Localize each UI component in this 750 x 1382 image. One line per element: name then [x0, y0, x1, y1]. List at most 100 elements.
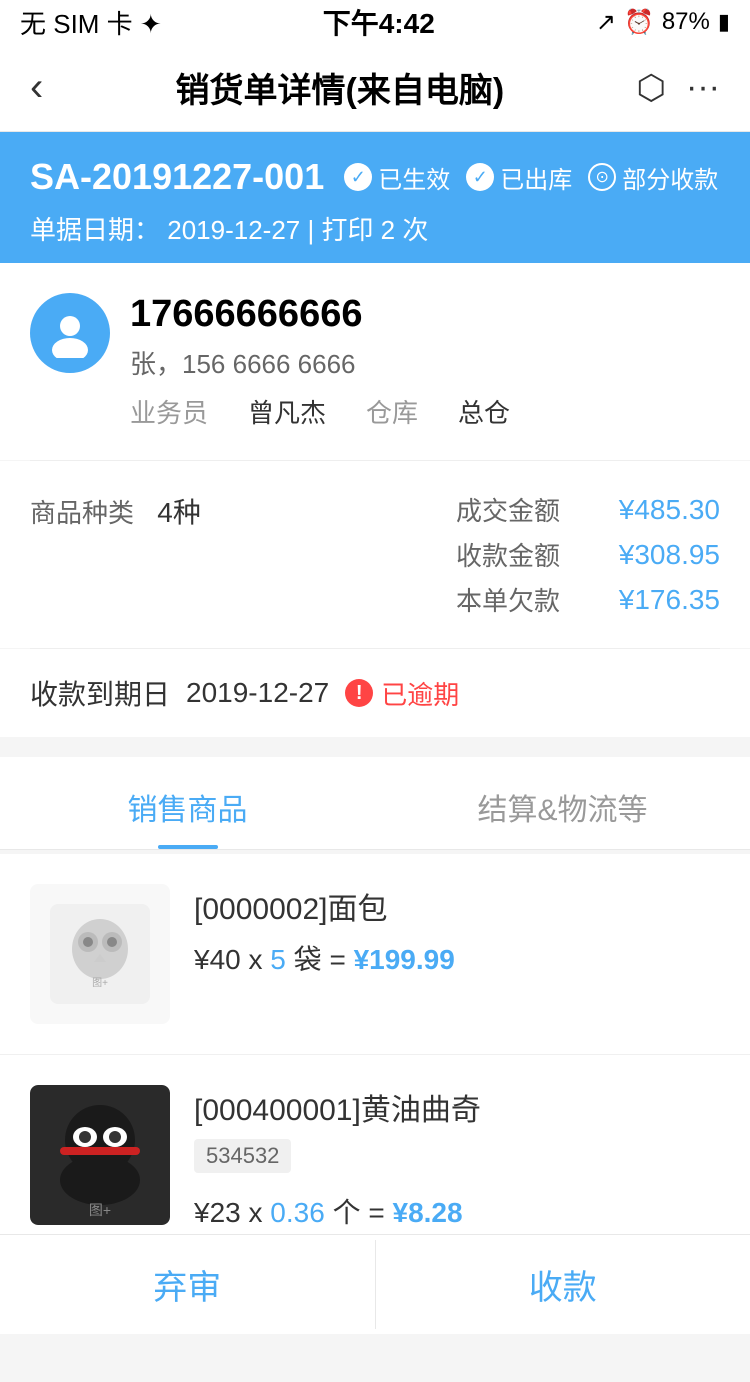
bottom-bar: 弃审 收款: [0, 1234, 750, 1334]
price-base-1: ¥40: [194, 944, 241, 975]
customer-phone: 17666666666: [130, 293, 720, 336]
customer-avatar: [30, 293, 110, 373]
price-eq-2: =: [368, 1197, 392, 1228]
overdue-label: 已逾期: [381, 675, 459, 712]
price-qty-2: 0.36: [270, 1197, 325, 1228]
price-total-1: ¥199.99: [354, 944, 455, 975]
abandon-review-button[interactable]: 弃审: [0, 1240, 376, 1329]
status-label-partial: 部分收款: [622, 160, 718, 195]
status-bar-time: 下午4:42: [323, 2, 435, 42]
transaction-row: 成交金额 ¥485.30: [440, 491, 720, 528]
status-tag-partial: ⊙ 部分收款: [588, 160, 718, 195]
price-total-2: ¥8.28: [393, 1197, 463, 1228]
status-bar-left: 无 SIM 卡 ✦: [20, 4, 162, 41]
product-list: 图+ [0000002]面包 ¥40 x 5 袋 = ¥199.99: [0, 854, 750, 1262]
tab-products[interactable]: 销售商品: [0, 757, 375, 849]
clock-icon-partial: ⊙: [588, 163, 616, 191]
price-x-2: x: [249, 1197, 271, 1228]
back-button[interactable]: ‹: [30, 65, 43, 110]
svg-text:图+: 图+: [92, 977, 108, 989]
product-name-1: [0000002]面包: [194, 884, 720, 928]
svg-text:图+: 图+: [89, 1202, 111, 1218]
due-date: 2019-12-27: [186, 677, 329, 709]
transaction-label: 成交金额: [440, 491, 560, 528]
alarm-icon: ⏰: [624, 8, 654, 37]
product-item-2: 图+ [000400001]黄油曲奇 534532 ¥23 x 0.36 个 =…: [0, 1055, 750, 1262]
price-base-2: ¥23: [194, 1197, 241, 1228]
header-banner-top: SA-20191227-001 ✓ 已生效 ✓ 已出库 ⊙ 部分收款: [30, 156, 720, 198]
overdue-badge: ! 已逾期: [345, 675, 459, 712]
sales-name: 曾凡杰: [248, 393, 326, 430]
date-label: 单据日期：: [30, 215, 160, 245]
customer-section: 17666666666 张，156 6666 6666 业务员 曾凡杰 仓库 总…: [0, 263, 750, 460]
customer-info: 17666666666 张，156 6666 6666 业务员 曾凡杰 仓库 总…: [130, 293, 720, 430]
price-unit-2: 个: [333, 1197, 361, 1228]
battery-icon: ▮: [718, 9, 730, 35]
divider-3: [0, 737, 750, 757]
owed-value: ¥176.35: [580, 584, 720, 616]
check-icon-effective: ✓: [344, 163, 372, 191]
page-title: 销货单详情(来自电脑): [176, 63, 505, 112]
status-label-shipped: 已出库: [500, 160, 572, 195]
battery-level: 87%: [662, 8, 710, 36]
customer-meta: 业务员 曾凡杰 仓库 总仓: [130, 393, 720, 430]
product-details-2: [000400001]黄油曲奇 534532 ¥23 x 0.36 个 = ¥8…: [194, 1085, 720, 1231]
more-icon[interactable]: ···: [686, 68, 720, 107]
summary-section: 商品种类 4种 成交金额 ¥485.30 收款金额 ¥308.95 本单欠款 ¥…: [0, 461, 750, 648]
owed-label: 本单欠款: [440, 581, 560, 618]
status-label-effective: 已生效: [378, 160, 450, 195]
tab-underline: [158, 845, 218, 849]
warehouse-name: 总仓: [458, 393, 510, 430]
share-icon[interactable]: ⬡: [636, 68, 666, 108]
tab-settlement-label: 结算&物流等: [477, 794, 647, 827]
price-unit-1: 袋: [294, 944, 322, 975]
status-bar-right: ↗ ⏰ 87% ▮: [596, 8, 730, 37]
product-title-2: 黄油曲奇: [361, 1094, 481, 1127]
order-id: SA-20191227-001: [30, 156, 324, 198]
location-icon: ↗: [596, 8, 616, 37]
nav-actions: ⬡ ···: [636, 68, 720, 108]
avatar-icon: [45, 308, 95, 358]
tab-products-label: 销售商品: [128, 794, 248, 827]
status-tag-effective: ✓ 已生效: [344, 160, 450, 195]
product-title-1: 面包: [327, 893, 387, 926]
product-code-1: [0000002]: [194, 893, 327, 926]
transaction-value: ¥485.30: [580, 494, 720, 526]
tab-settlement[interactable]: 结算&物流等: [375, 757, 750, 849]
status-tag-shipped: ✓ 已出库: [466, 160, 572, 195]
product-image-icon-1: 图+: [50, 904, 150, 1004]
status-bar: 无 SIM 卡 ✦ 下午4:42 ↗ ⏰ 87% ▮: [0, 0, 750, 44]
nav-bar: ‹ 销货单详情(来自电脑) ⬡ ···: [0, 44, 750, 132]
sales-label: 业务员: [130, 393, 208, 430]
product-item-1: 图+ [0000002]面包 ¥40 x 5 袋 = ¥199.99: [0, 854, 750, 1055]
collect-payment-button[interactable]: 收款: [376, 1240, 750, 1329]
warehouse-label: 仓库: [366, 393, 418, 430]
print-count: | 打印 2 次: [307, 215, 428, 245]
received-label: 收款金额: [440, 536, 560, 573]
category-count: 4种: [157, 497, 201, 528]
category-label: 商品种类: [30, 498, 134, 528]
overdue-icon: !: [345, 679, 373, 707]
due-section: 收款到期日 2019-12-27 ! 已逾期: [0, 649, 750, 737]
product-image-icon-2: 图+: [30, 1085, 170, 1225]
header-banner: SA-20191227-001 ✓ 已生效 ✓ 已出库 ⊙ 部分收款 单据日期：…: [0, 132, 750, 263]
product-image-1: 图+: [30, 884, 170, 1024]
product-details-1: [0000002]面包 ¥40 x 5 袋 = ¥199.99: [194, 884, 720, 978]
price-eq-1: =: [329, 944, 353, 975]
status-tags: ✓ 已生效 ✓ 已出库 ⊙ 部分收款: [344, 160, 718, 195]
received-value: ¥308.95: [580, 539, 720, 571]
price-qty-1: 5: [270, 944, 286, 975]
received-row: 收款金额 ¥308.95: [440, 536, 720, 573]
product-tag-2: 534532: [194, 1139, 291, 1173]
product-price-2: ¥23 x 0.36 个 = ¥8.28: [194, 1191, 720, 1231]
summary-amounts: 成交金额 ¥485.30 收款金额 ¥308.95 本单欠款 ¥176.35: [440, 491, 720, 618]
product-image-2: 图+: [30, 1085, 170, 1225]
owed-row: 本单欠款 ¥176.35: [440, 581, 720, 618]
due-label: 收款到期日: [30, 673, 170, 713]
product-name-2: [000400001]黄油曲奇: [194, 1085, 720, 1129]
product-price-1: ¥40 x 5 袋 = ¥199.99: [194, 938, 720, 978]
order-date: 2019-12-27: [167, 215, 300, 245]
check-icon-shipped: ✓: [466, 163, 494, 191]
summary-category: 商品种类 4种: [30, 491, 201, 531]
product-code-2: [000400001]: [194, 1094, 361, 1127]
